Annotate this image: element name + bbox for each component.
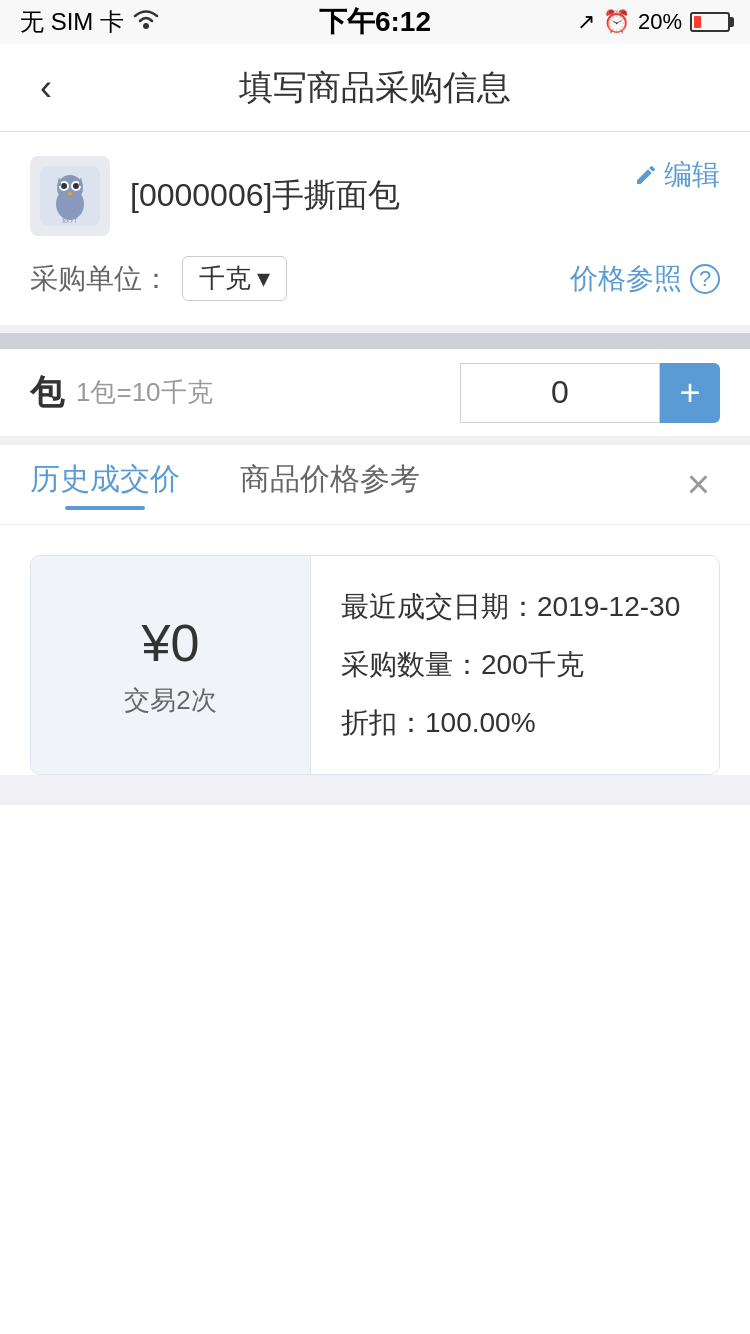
tab-section: 历史成交价 商品价格参考 × ¥0 交易2次 最近成交日期：2019-12-30…	[0, 445, 750, 775]
tab-history-underline	[65, 506, 145, 510]
history-card: ¥0 交易2次 最近成交日期：2019-12-30 采购数量：200千克 折扣：…	[30, 555, 720, 775]
purchase-qty-label: 采购数量：	[341, 649, 481, 680]
discount-label: 折扣：	[341, 707, 425, 738]
product-name: [0000006]手撕面包	[130, 174, 400, 218]
currency-symbol: ¥	[142, 614, 171, 672]
quantity-plus-button[interactable]: +	[660, 363, 720, 423]
quantity-value: 0	[551, 374, 569, 411]
tab-header: 历史成交价 商品价格参考 ×	[0, 445, 750, 525]
price-amount: 0	[171, 614, 200, 672]
back-button[interactable]: ‹	[30, 57, 62, 119]
quantity-controls: 0 +	[460, 363, 720, 423]
price-ref-label: 价格参照	[570, 260, 682, 298]
status-bar: 无 SIM 卡 下午6:12 ↗ ⏰ 20%	[0, 0, 750, 44]
edit-button[interactable]: 编辑	[634, 156, 720, 194]
discount-row: 折扣：100.00%	[341, 702, 689, 744]
history-detail-side: 最近成交日期：2019-12-30 采购数量：200千克 折扣：100.00%	[311, 556, 719, 774]
product-top: 数计 [0000006]手撕面包 编辑	[30, 156, 720, 236]
unit-value: 千克	[199, 261, 251, 296]
location-icon: ↗	[577, 9, 595, 35]
svg-point-0	[143, 23, 149, 29]
tab-history-label: 历史成交价	[30, 459, 180, 500]
purchase-qty-row: 采购数量：200千克	[341, 644, 689, 686]
price-ref-button[interactable]: 价格参照 ?	[570, 260, 720, 298]
product-logo-icon: 数计	[40, 166, 100, 226]
edit-label: 编辑	[664, 156, 720, 194]
help-icon: ?	[690, 264, 720, 294]
wifi-icon	[132, 8, 160, 36]
purchase-qty-value: 200千克	[481, 649, 584, 680]
main-background	[0, 805, 750, 1334]
edit-icon	[634, 163, 658, 187]
quantity-row: 包 1包=10千克 0 +	[0, 349, 750, 437]
recent-date-row: 最近成交日期：2019-12-30	[341, 586, 689, 628]
recent-date-label: 最近成交日期：	[341, 591, 537, 622]
tab-product-underline	[290, 506, 370, 510]
product-image: 数计	[30, 156, 110, 236]
unit-row: 采购单位： 千克 ▾	[30, 256, 287, 301]
history-price-side: ¥0 交易2次	[31, 556, 311, 774]
product-bottom: 采购单位： 千克 ▾ 价格参照 ?	[30, 256, 720, 301]
tab-close-button[interactable]: ×	[677, 452, 720, 517]
dropdown-icon: ▾	[257, 263, 270, 294]
qty-unit-name: 包	[30, 370, 64, 416]
tab-product-price[interactable]: 商品价格参考	[240, 445, 420, 525]
tab-product-label: 商品价格参考	[240, 459, 420, 500]
status-left: 无 SIM 卡	[20, 6, 160, 38]
product-left: 数计 [0000006]手撕面包	[30, 156, 400, 236]
battery-percent: 20%	[638, 9, 682, 35]
separator-bar	[0, 333, 750, 349]
tab-history-price[interactable]: 历史成交价	[30, 445, 180, 525]
trade-count: 交易2次	[124, 683, 216, 718]
unit-label: 采购单位：	[30, 260, 170, 298]
svg-text:数计: 数计	[62, 215, 78, 224]
qty-conversion: 1包=10千克	[76, 375, 213, 410]
unit-select[interactable]: 千克 ▾	[182, 256, 287, 301]
discount-value: 100.00%	[425, 707, 536, 738]
quantity-input[interactable]: 0	[460, 363, 660, 423]
price-display: ¥0	[142, 613, 200, 673]
nav-bar: ‹ 填写商品采购信息	[0, 44, 750, 132]
page-title: 填写商品采购信息	[239, 65, 511, 111]
tab-items: 历史成交价 商品价格参考	[30, 445, 420, 525]
battery-icon	[690, 12, 730, 32]
status-time: 下午6:12	[319, 3, 431, 41]
status-right: ↗ ⏰ 20%	[577, 9, 730, 35]
quantity-label: 包 1包=10千克	[30, 370, 213, 416]
recent-date-value: 2019-12-30	[537, 591, 680, 622]
alarm-icon: ⏰	[603, 9, 630, 35]
carrier-text: 无 SIM 卡	[20, 6, 124, 38]
product-card: 数计 [0000006]手撕面包 编辑 采购单位： 千克 ▾ 价格参照 ?	[0, 132, 750, 325]
